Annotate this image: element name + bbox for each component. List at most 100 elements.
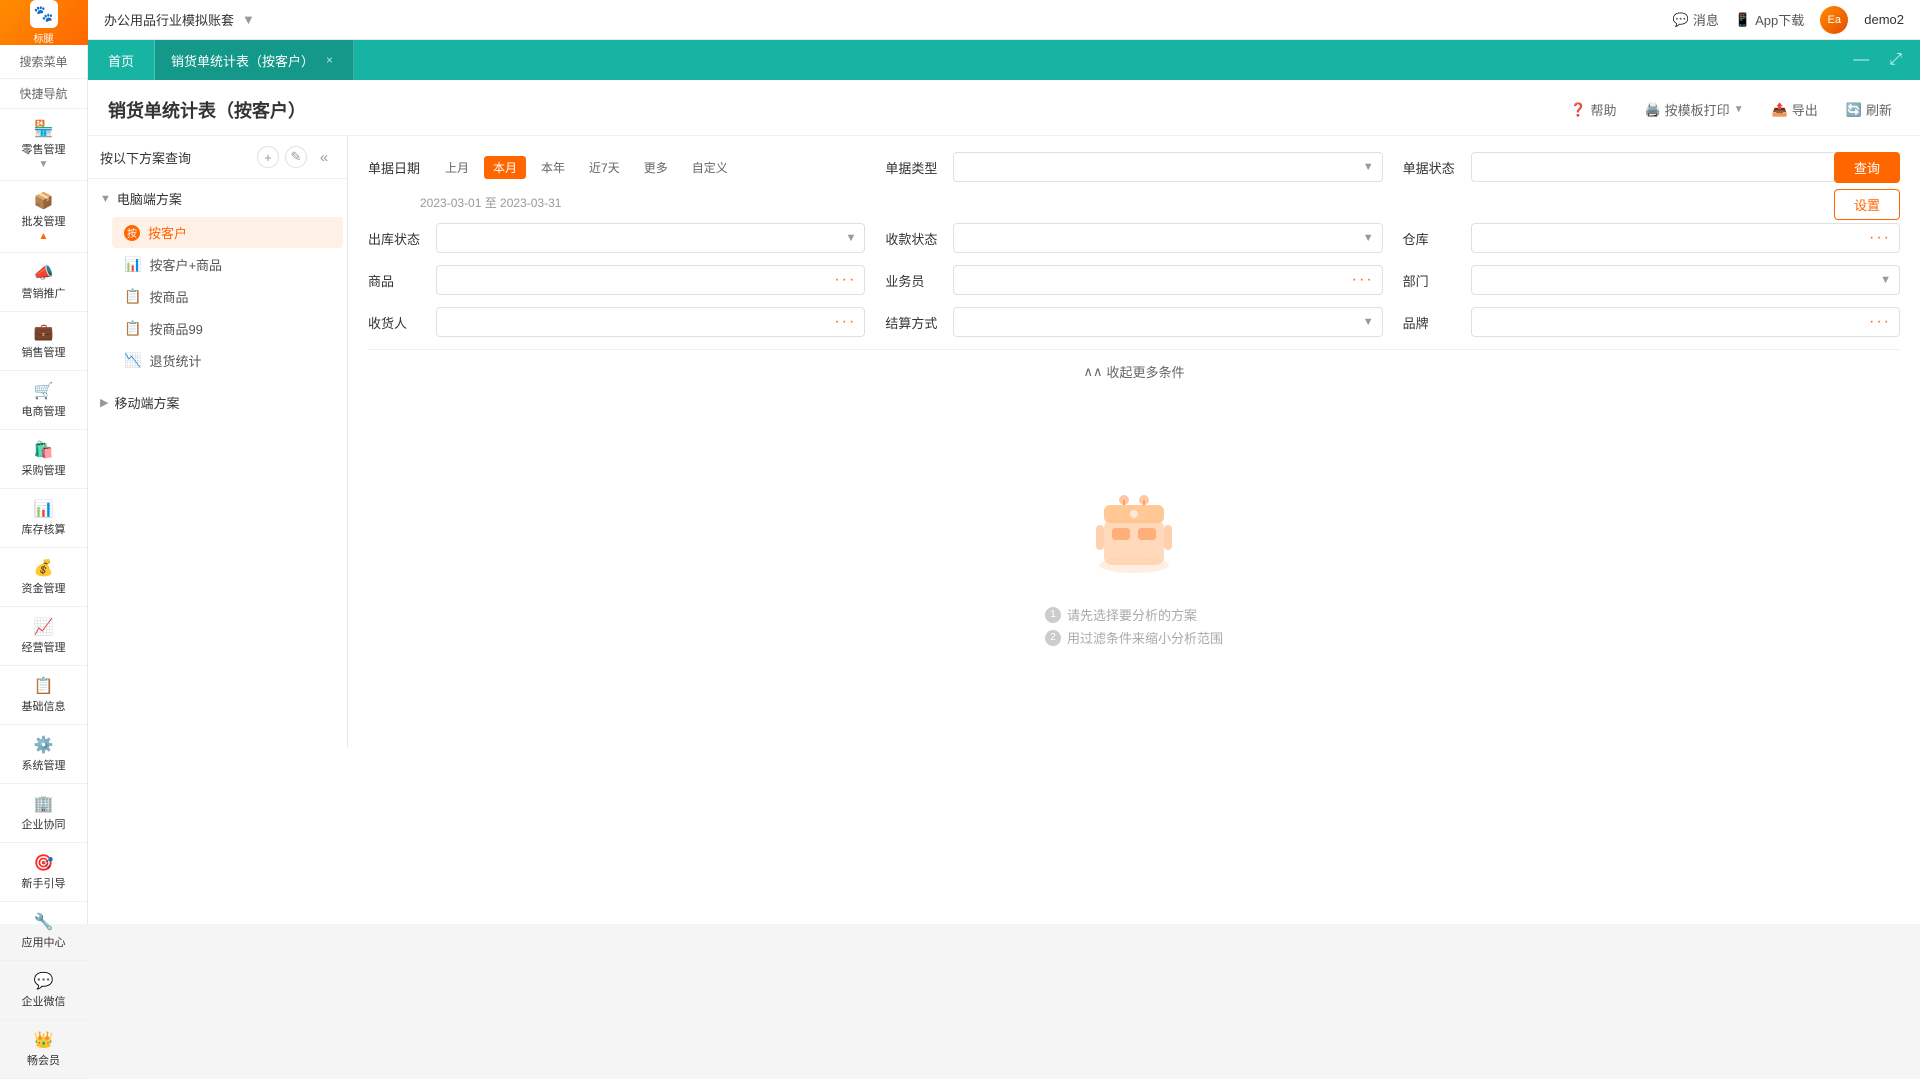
export-label: 导出 [1792,100,1818,119]
scheme-item-label-return-stats: 退货统计 [149,351,201,370]
filter-staff: 业务员 ··· [885,265,1382,295]
sidebar-item-stock[interactable]: 📊 库存核算 [0,489,87,548]
system-icon: ⚙️ [34,735,54,755]
tab-active[interactable]: 销货单统计表（按客户） × [155,40,354,80]
scheme-collapse-button[interactable]: « [313,146,335,168]
customer-dot-icon: 按 [124,225,140,241]
user-name[interactable]: demo2 [1864,12,1904,27]
payment-label: 结算方式 [885,313,945,332]
user-avatar[interactable]: Ea [1820,6,1848,34]
tab-minimize-button[interactable]: — [1847,47,1875,73]
tab-close-button[interactable]: × [322,51,337,69]
enterprise-icon: 🏢 [34,794,54,814]
warehouse-input[interactable]: ··· [1471,223,1900,253]
date-option-this-month[interactable]: 本月 [484,156,526,179]
date-option-last-month[interactable]: 上月 [436,156,478,179]
marketing-icon: 📣 [34,263,54,283]
brand-dots-icon[interactable]: ··· [1869,313,1891,331]
sidebar-item-sales[interactable]: 💼 销售管理 [0,312,87,371]
sidebar-item-purchase[interactable]: 🛍️ 采购管理 [0,430,87,489]
filter-row-3: 商品 ··· 业务员 ··· [368,265,1900,295]
refresh-button[interactable]: 🔄 刷新 [1838,96,1900,123]
scheme-add-button[interactable]: + [257,146,279,168]
member-icon: 👑 [34,1030,54,1050]
sidebar-item-finance[interactable]: 💰 资金管理 [0,548,87,607]
sidebar-search[interactable]: 搜索菜单 [0,45,87,79]
out-status-input[interactable]: ▼ [436,223,865,253]
mobile-group-label: 移动端方案 [114,393,179,412]
message-button[interactable]: 💬 消息 [1673,10,1719,29]
sidebar-item-label-stock: 库存核算 [22,521,66,537]
scheme-item-by-customer[interactable]: 按 按客户 [112,217,343,248]
staff-dots-icon[interactable]: ··· [1352,271,1374,289]
sidebar-item-operation[interactable]: 📈 经营管理 [0,607,87,666]
collect-status-input[interactable]: ▼ [953,223,1382,253]
product-dots-icon[interactable]: ··· [834,271,856,289]
sidebar-item-label-ecommerce: 电商管理 [22,403,66,419]
doc-type-input[interactable]: ▼ [953,152,1382,182]
settings-button[interactable]: 设置 [1834,189,1900,220]
app-title-dropdown-icon[interactable]: ▼ [242,12,255,27]
consignee-input[interactable]: ··· [436,307,865,337]
message-icon: 💬 [1673,12,1689,28]
header-left: 办公用品行业模拟账套 ▼ [104,10,255,29]
warehouse-dots-icon[interactable]: ··· [1869,229,1891,247]
dept-input[interactable]: ▼ [1471,265,1900,295]
sidebar-item-enterprise[interactable]: 🏢 企业协同 [0,784,87,843]
sidebar-nav-label[interactable]: 快捷导航 [0,79,87,109]
sidebar-item-label-weixin: 企业微信 [22,993,66,1009]
print-icon: 🖨️ [1644,102,1660,118]
scheme-item-by-product99[interactable]: 📋 按商品99 [112,313,343,344]
payment-input[interactable]: ▼ [953,307,1382,337]
date-option-custom[interactable]: 自定义 [683,156,737,179]
sidebar-item-apps[interactable]: 🔧 应用中心 [0,902,87,961]
sidebar-item-system[interactable]: ⚙️ 系统管理 [0,725,87,784]
tab-home[interactable]: 首页 [88,40,155,80]
sidebar-item-retail[interactable]: 🏪 零售管理 ▼ [0,109,87,181]
date-option-7days[interactable]: 近7天 [580,156,629,179]
staff-input[interactable]: ··· [953,265,1382,295]
consignee-dots-icon[interactable]: ··· [834,313,856,331]
sidebar-item-marketing[interactable]: 📣 营销推广 [0,253,87,312]
scheme-group-desktop-title[interactable]: ▼ 电脑端方案 [88,183,347,214]
sidebar-item-weixin[interactable]: 💬 企业微信 [0,961,87,1020]
brand-input[interactable]: ··· [1471,307,1900,337]
sidebar-item-label-apps: 应用中心 [22,934,66,950]
export-button[interactable]: 📤 导出 [1764,96,1826,123]
scheme-item-by-product[interactable]: 📋 按商品 [112,281,343,312]
app-download-button[interactable]: 📱 App下载 [1735,10,1804,29]
sidebar-item-member[interactable]: 👑 畅会员 [0,1020,87,1079]
app-download-label: App下载 [1755,10,1804,29]
tip-num-1: 1 [1045,607,1061,623]
page-content: 销货单统计表（按客户） ❓ 帮助 🖨️ 按模板打印 ▼ 📤 导出 [88,80,1920,924]
doc-type-dropdown-icon: ▼ [1363,161,1374,173]
scheme-item-return-stats[interactable]: 📉 退货统计 [112,345,343,376]
scheme-item-label-customer: 按客户 [148,223,187,242]
tab-maximize-button[interactable]: ⤢ [1883,47,1908,73]
brand-label: 品牌 [1403,313,1463,332]
wholesale-icon: 📦 [34,191,54,211]
message-label: 消息 [1693,10,1719,29]
warehouse-label: 仓库 [1403,229,1463,248]
help-button[interactable]: ❓ 帮助 [1562,96,1624,123]
collapse-row: ∧∧ 收起更多条件 [368,349,1900,385]
sidebar-logo[interactable]: 🐾 标腿 [0,0,88,45]
scheme-group-mobile-title[interactable]: ▶ 移动端方案 [88,387,347,418]
filter-warehouse: 仓库 ··· [1403,223,1900,253]
tip-num-2: 2 [1045,630,1061,646]
logo-icon: 🐾 [30,0,58,28]
query-button[interactable]: 查询 [1834,152,1900,183]
scheme-item-customer-product[interactable]: 📊 按客户+商品 [112,249,343,280]
scheme-header-actions: + ✎ « [257,146,335,168]
sidebar-item-basic[interactable]: 📋 基础信息 [0,666,87,725]
sidebar-item-ecommerce[interactable]: 🛒 电商管理 [0,371,87,430]
sidebar-item-newbie[interactable]: 🎯 新手引导 [0,843,87,902]
sidebar-item-wholesale[interactable]: 📦 批发管理 ▲ [0,181,87,253]
collapse-conditions-button[interactable]: ∧∧ 收起更多条件 [1071,358,1196,385]
product-input[interactable]: ··· [436,265,865,295]
tab-bar-actions: — ⤢ [1847,47,1920,73]
date-option-more[interactable]: 更多 [635,156,677,179]
date-option-this-year[interactable]: 本年 [532,156,574,179]
print-button[interactable]: 🖨️ 按模板打印 ▼ [1636,96,1751,123]
scheme-edit-button[interactable]: ✎ [285,146,307,168]
